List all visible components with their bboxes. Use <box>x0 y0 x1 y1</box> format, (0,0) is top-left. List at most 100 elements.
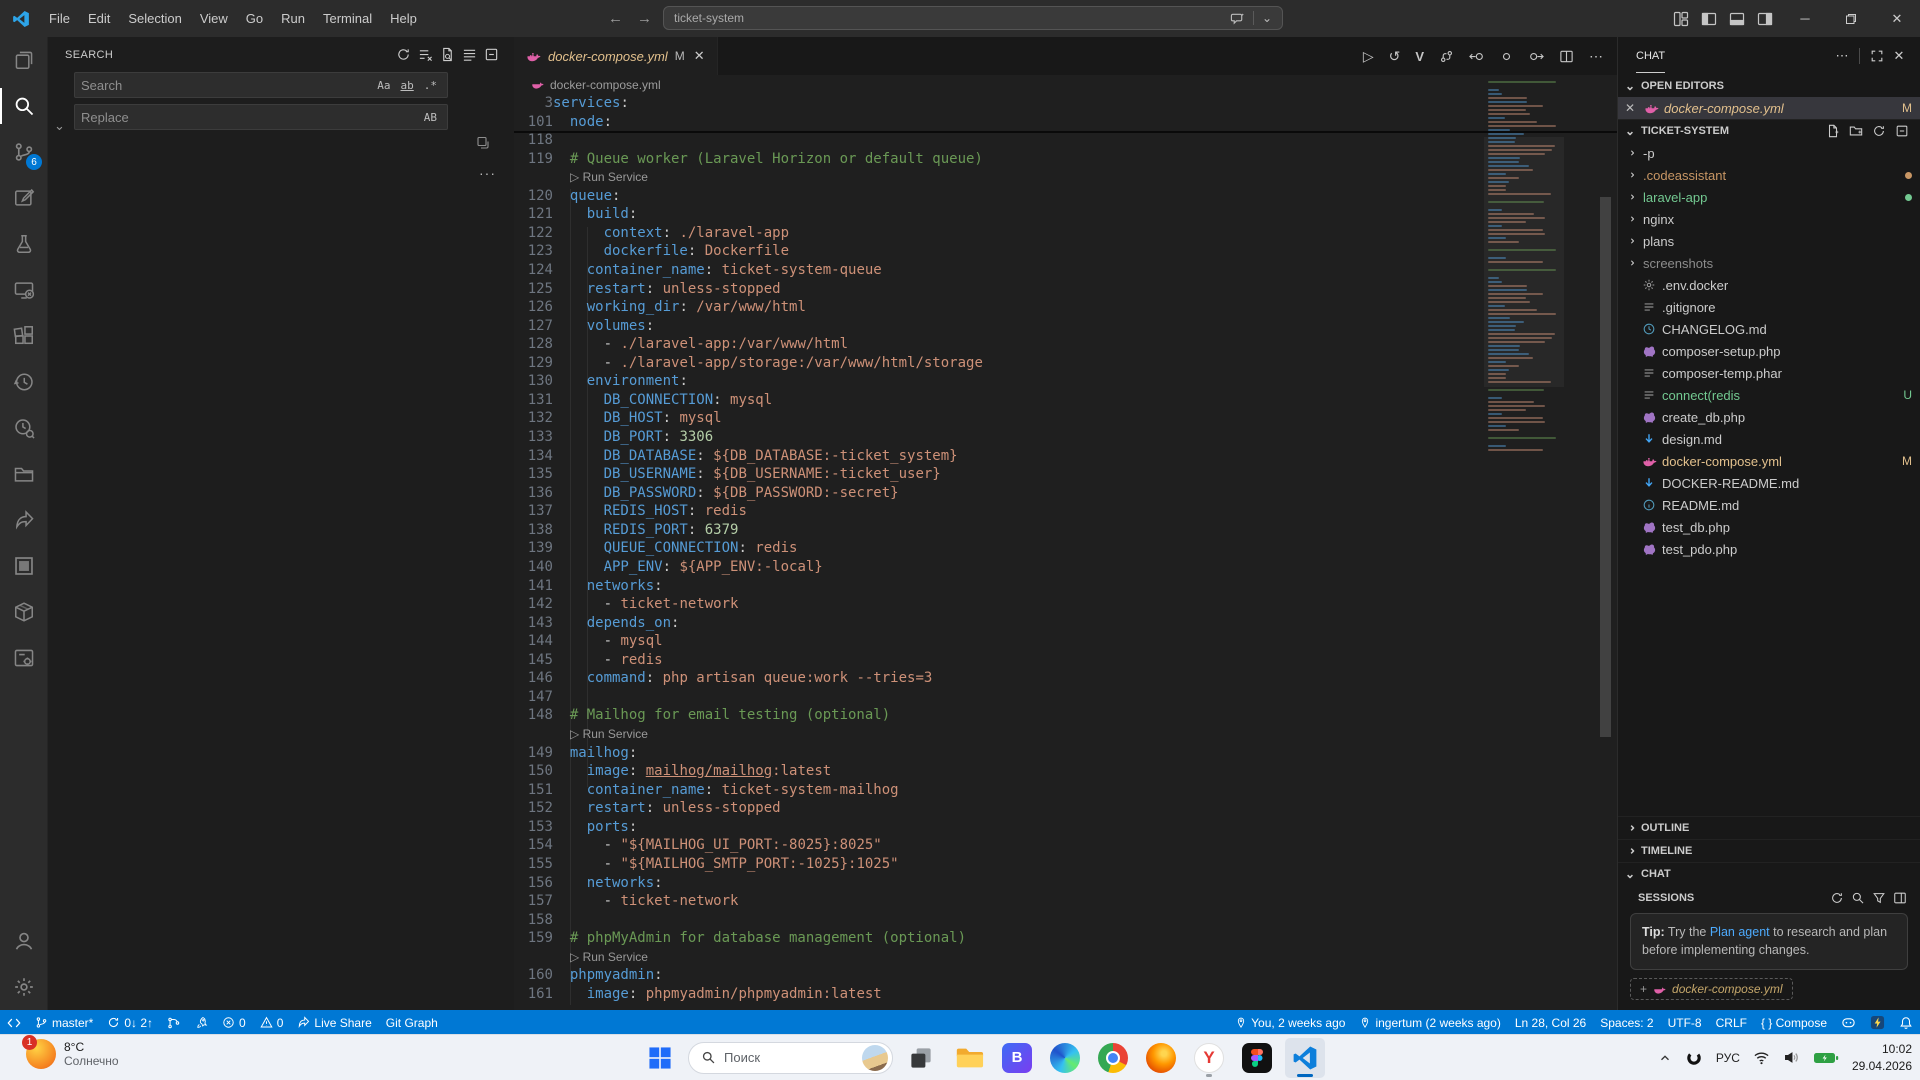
account-activity-icon[interactable] <box>0 918 47 964</box>
statusbar-copilot[interactable] <box>1834 1010 1863 1035</box>
extensions-activity-icon[interactable] <box>0 313 47 359</box>
statusbar-eol[interactable]: CRLF <box>1709 1010 1754 1035</box>
code-line[interactable]: 139 QUEUE_CONNECTION: redis <box>514 539 1617 558</box>
file-CHANGELOG.md[interactable]: CHANGELOG.md <box>1618 318 1920 340</box>
customize-layout-icon[interactable] <box>1673 11 1689 27</box>
codelens-run-service[interactable]: ▷ Run Service <box>514 725 1617 744</box>
notebook-activity-icon[interactable] <box>0 175 47 221</box>
edge-button[interactable] <box>1045 1038 1085 1078</box>
code-line[interactable]: 142 - ticket-network <box>514 595 1617 614</box>
outline-header[interactable]: ⌄ OUTLINE <box>1618 815 1920 839</box>
file-.gitignore[interactable]: .gitignore <box>1618 296 1920 318</box>
figma-button[interactable] <box>1237 1038 1277 1078</box>
codelens-run-service[interactable]: ▷ Run Service <box>514 948 1617 967</box>
code-line[interactable]: 131 DB_CONNECTION: mysql <box>514 391 1617 410</box>
code-line[interactable]: 132 DB_HOST: mysql <box>514 409 1617 428</box>
previous-change-icon[interactable] <box>1469 49 1484 64</box>
minimap[interactable] <box>1488 77 1562 1010</box>
settings-activity-icon[interactable] <box>0 964 47 1010</box>
file-README.md[interactable]: README.md <box>1618 494 1920 516</box>
refresh-explorer-icon[interactable] <box>1869 121 1889 141</box>
code-line[interactable]: 130 environment: <box>514 372 1617 391</box>
statusbar-rocket-launch[interactable] <box>188 1010 215 1035</box>
code-line[interactable]: 127 volumes: <box>514 317 1617 336</box>
statusbar-errors[interactable]: 0 <box>215 1010 253 1035</box>
tab-close-icon[interactable]: ✕ <box>694 48 705 64</box>
collapse-folders-icon[interactable] <box>1892 121 1912 141</box>
code-line[interactable]: 124 container_name: ticket-system-queue <box>514 261 1617 280</box>
next-change-icon[interactable] <box>1529 49 1544 64</box>
language-indicator[interactable]: РУС <box>1716 1051 1740 1065</box>
close-icon[interactable]: ✕ <box>1622 101 1638 115</box>
battery-icon[interactable] <box>1813 1050 1839 1066</box>
code-line[interactable]: 122 context: ./laravel-app <box>514 224 1617 243</box>
live-share-activity-icon[interactable] <box>0 497 47 543</box>
file-DOCKER-README.md[interactable]: DOCKER-README.md <box>1618 472 1920 494</box>
more-actions-icon[interactable]: ⋯ <box>1589 48 1603 65</box>
codelens-run-service[interactable]: ▷ Run Service <box>514 168 1617 187</box>
toggle-panel-icon[interactable] <box>1729 11 1745 27</box>
yandex-browser-button[interactable]: Y <box>1189 1038 1229 1078</box>
code-line[interactable]: 152 restart: unless-stopped <box>514 799 1617 818</box>
statusbar-language-mode[interactable]: { } Compose <box>1754 1010 1834 1035</box>
code-line[interactable]: 126 working_dir: /var/www/html <box>514 298 1617 317</box>
breadcrumb-file[interactable]: docker-compose.yml <box>550 78 661 92</box>
whole-word-icon[interactable]: ab <box>397 77 418 94</box>
history-activity-icon[interactable] <box>0 359 47 405</box>
code-line[interactable]: 128 - ./laravel-app:/var/www/html <box>514 335 1617 354</box>
replace-input[interactable]: Replace AB <box>74 104 448 130</box>
statusbar-remote-indicator[interactable] <box>0 1010 28 1035</box>
code-line[interactable]: 136 DB_PASSWORD: ${DB_PASSWORD:-secret} <box>514 484 1617 503</box>
code-line[interactable]: 118 <box>514 131 1617 150</box>
toggle-search-details-icon[interactable]: ··· <box>479 165 496 181</box>
open-editors-header[interactable]: ⌄ OPEN EDITORS <box>1618 75 1920 97</box>
chrome-button[interactable] <box>1093 1038 1133 1078</box>
code-area[interactable]: 118 119 # Queue worker (Laravel Horizon o… <box>514 131 1617 1010</box>
menu-run[interactable]: Run <box>272 0 314 37</box>
file-create_db.php[interactable]: create_db.php <box>1618 406 1920 428</box>
split-editor-icon[interactable] <box>1559 49 1574 64</box>
tray-expand-icon[interactable] <box>1658 1051 1672 1065</box>
code-line[interactable]: 137 REDIS_HOST: redis <box>514 502 1617 521</box>
filter-sessions-icon[interactable] <box>1868 887 1889 908</box>
container-cube-activity-icon[interactable] <box>0 589 47 635</box>
statusbar-git-sync[interactable]: 0↓ 2↑ <box>100 1010 160 1035</box>
code-line[interactable]: 161 image: phpmyadmin/phpmyadmin:latest <box>514 985 1617 1004</box>
firefox-button[interactable] <box>1141 1038 1181 1078</box>
statusbar-warnings[interactable]: 0 <box>253 1010 291 1035</box>
code-line[interactable]: 133 DB_PORT: 3306 <box>514 428 1617 447</box>
weather-widget[interactable]: 1 8°C Солнечно <box>22 1035 119 1069</box>
code-line[interactable]: 140 APP_ENV: ${APP_ENV:-local} <box>514 558 1617 577</box>
search-activity-icon[interactable] <box>0 83 47 129</box>
menu-help[interactable]: Help <box>381 0 426 37</box>
task-view-button[interactable] <box>901 1038 941 1078</box>
b-app-button[interactable]: B <box>997 1038 1037 1078</box>
chat-context-chip[interactable]: + docker-compose.yml <box>1630 978 1908 1000</box>
statusbar-encoding[interactable]: UTF-8 <box>1661 1010 1709 1035</box>
code-line[interactable]: 144 - mysql <box>514 632 1617 651</box>
compare-changes-icon[interactable] <box>1439 49 1454 64</box>
collapse-all-icon[interactable] <box>480 44 502 66</box>
folder-.codeassistant[interactable]: ⌄ .codeassistant <box>1618 164 1920 186</box>
refresh-icon[interactable] <box>392 44 414 66</box>
search-input[interactable]: Search Aa ab .* <box>74 72 448 98</box>
clock[interactable]: 10:02 29.04.2026 <box>1852 1041 1912 1073</box>
api-gear-activity-icon[interactable] <box>0 635 47 681</box>
change-icon[interactable] <box>1499 49 1514 64</box>
folder-plans[interactable]: ⌄ plans <box>1618 230 1920 252</box>
code-line[interactable]: 158 <box>514 911 1617 930</box>
menu-view[interactable]: View <box>191 0 237 37</box>
statusbar-formatter[interactable] <box>1863 1010 1892 1035</box>
file-docker-compose.yml[interactable]: docker-compose.yml M <box>1618 450 1920 472</box>
file-test_pdo.php[interactable]: test_pdo.php <box>1618 538 1920 560</box>
replace-all-icon[interactable] <box>476 135 492 151</box>
statusbar-indentation[interactable]: Spaces: 2 <box>1593 1010 1660 1035</box>
expand-all-icon[interactable] <box>458 44 480 66</box>
timeline-header[interactable]: ⌄ TIMELINE <box>1618 838 1920 862</box>
statusbar-blame-author[interactable]: ingertum (2 weeks ago) <box>1352 1010 1507 1035</box>
code-line[interactable]: 149 mailhog: <box>514 744 1617 763</box>
open-chat-side-icon[interactable] <box>1889 887 1910 908</box>
file-explorer-button[interactable] <box>949 1038 989 1078</box>
statusbar-cursor-position[interactable]: Ln 28, Col 26 <box>1508 1010 1593 1035</box>
code-line[interactable]: 150 image: mailhog/mailhog:latest <box>514 762 1617 781</box>
